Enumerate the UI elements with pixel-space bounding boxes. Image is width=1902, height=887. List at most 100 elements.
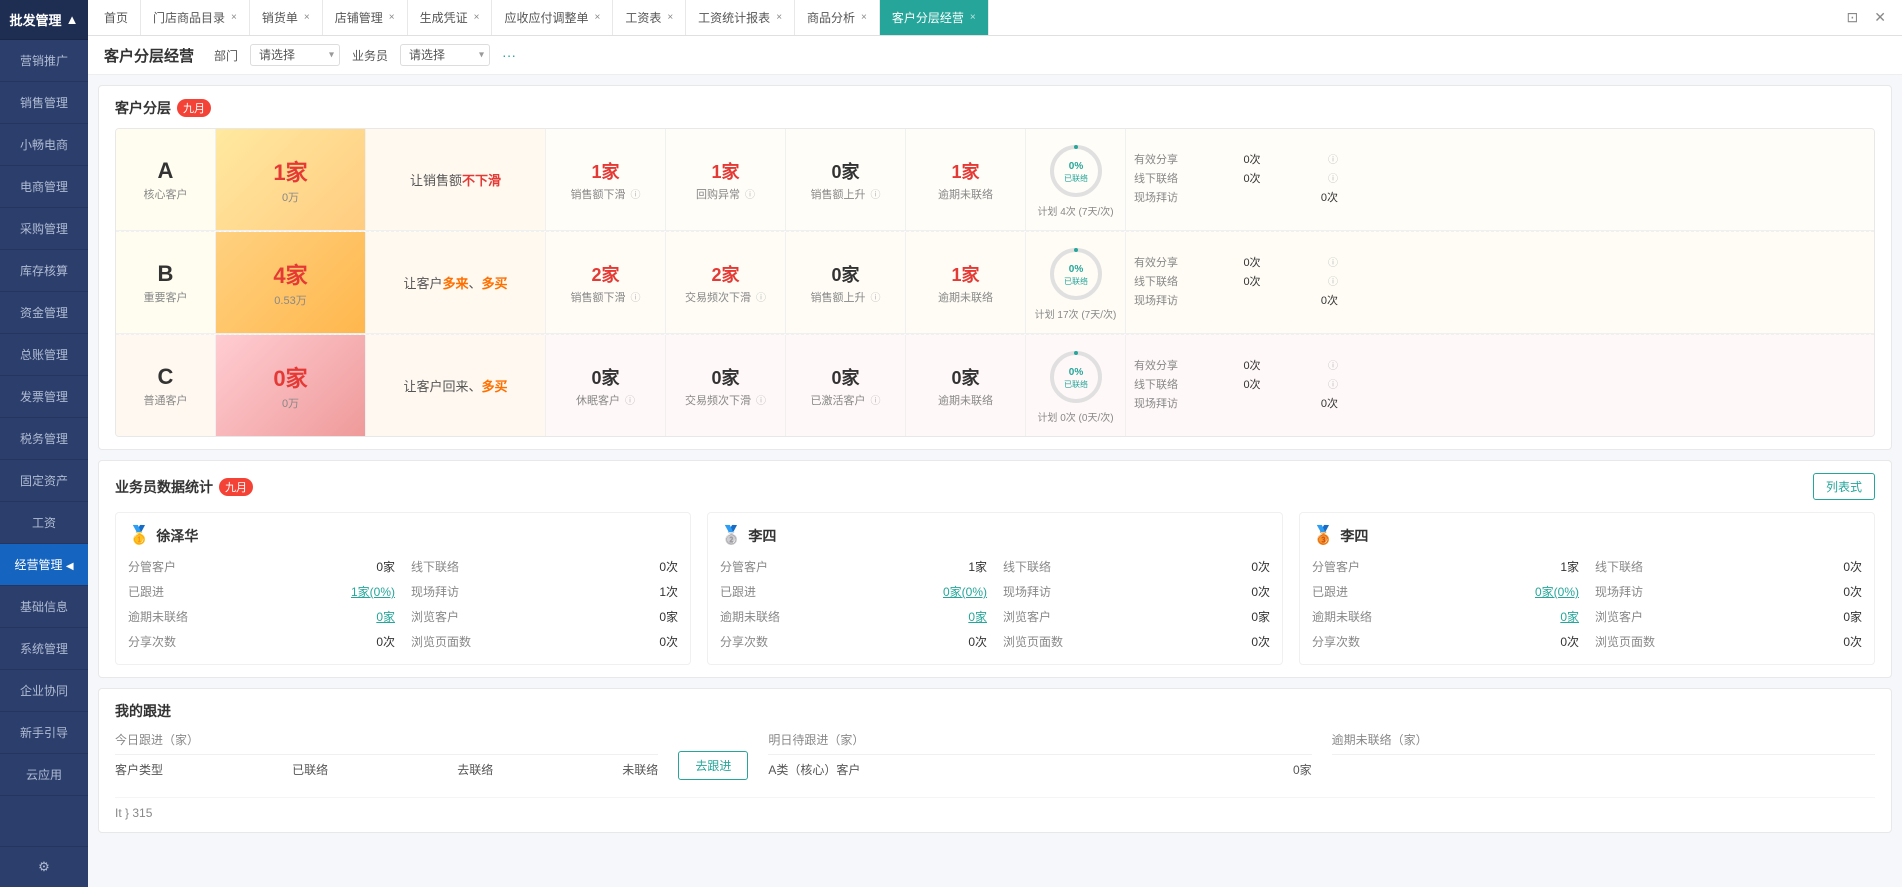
tab-store-mgmt[interactable]: 店铺管理 × — [323, 0, 408, 36]
tier-b-col3-hint-icon: ⓘ — [871, 293, 881, 304]
tab-close-icon[interactable]: × — [667, 12, 673, 23]
tier-c-count[interactable]: 0家 0万 — [216, 335, 366, 436]
sidebar-item-management[interactable]: 经营管理 ◀ — [0, 544, 88, 586]
more-options-icon[interactable]: ··· — [502, 47, 516, 63]
sidebar-item-basic-info[interactable]: 基础信息 — [0, 586, 88, 628]
tier-a-col1-hint-icon: ⓘ — [631, 190, 641, 201]
tab-close-icon[interactable]: × — [594, 12, 600, 23]
window-restore-icon[interactable]: ⊡ — [1843, 7, 1863, 28]
sidebar-settings[interactable]: ⚙ — [0, 846, 88, 887]
tier-b-col4[interactable]: 1家 逾期未联络 — [906, 232, 1026, 333]
dept-select-wrapper: 请选择 — [250, 44, 340, 66]
tab-close-icon[interactable]: × — [776, 12, 782, 23]
tier-b-count[interactable]: 4家 0.53万 — [216, 232, 366, 333]
tab-product-analysis[interactable]: 商品分析 × — [795, 0, 880, 36]
tab-ar-adjust[interactable]: 应收应付调整单 × — [492, 0, 613, 36]
sp-title-row: 业务员数据统计 九月 — [115, 477, 253, 497]
svg-text:0%: 0% — [1068, 264, 1083, 275]
sp-val: 1家 — [1560, 558, 1579, 575]
sidebar-item-ecommerce[interactable]: 电商管理 — [0, 166, 88, 208]
tier-b-col2[interactable]: 2家 交易频次下滑 ⓘ — [666, 232, 786, 333]
tab-close-icon[interactable]: × — [861, 12, 867, 23]
tab-customer-tier[interactable]: 客户分层经营 × — [880, 0, 989, 36]
sp-link-val[interactable]: 1家(0%) — [351, 583, 395, 600]
tier-c-progress-circle: 0% 已联络 — [1046, 347, 1106, 407]
tier-a-progress-circle: 0% 已联络 — [1046, 141, 1106, 201]
tier-a-col3[interactable]: 0家 销售额上升 ⓘ — [786, 129, 906, 230]
sidebar-item-inventory[interactable]: 库存核算 — [0, 250, 88, 292]
tier-c-col4[interactable]: 0家 逾期未联络 — [906, 335, 1026, 436]
list-view-button[interactable]: 列表式 — [1813, 473, 1875, 500]
sp-val: 0家 — [1843, 608, 1862, 625]
tier-c-col2[interactable]: 0家 交易频次下滑 ⓘ — [666, 335, 786, 436]
tier-c-col1[interactable]: 0家 休眠客户 ⓘ — [546, 335, 666, 436]
sidebar-item-system[interactable]: 系统管理 — [0, 628, 88, 670]
tier-b-col3[interactable]: 0家 销售额上升 ⓘ — [786, 232, 906, 333]
sp-label: 线下联络 — [1003, 558, 1051, 575]
tier-a-col1[interactable]: 1家 销售额下滑 ⓘ — [546, 129, 666, 230]
tab-actions: ⊡ ✕ — [1835, 7, 1898, 28]
tier-a-col4[interactable]: 1家 逾期未联络 — [906, 129, 1026, 230]
tier-a-count[interactable]: 1家 0万 — [216, 129, 366, 230]
tier-c-suggest: 让客户回来、多买 — [366, 335, 546, 436]
tab-close-icon[interactable]: × — [474, 12, 480, 23]
sidebar-item-payroll[interactable]: 工资 — [0, 502, 88, 544]
tier-c-col4-num: 0家 — [951, 364, 979, 390]
tab-voucher[interactable]: 生成凭证 × — [408, 0, 493, 36]
tab-close-icon[interactable]: × — [970, 12, 976, 23]
tier-b-letter: B — [158, 261, 174, 287]
tier-a-col2[interactable]: 1家 回购异常 ⓘ — [666, 129, 786, 230]
sidebar-item-finance[interactable]: 资金管理 — [0, 292, 88, 334]
sidebar-item-ecommerce-small[interactable]: 小畅电商 — [0, 124, 88, 166]
sidebar-item-invoice[interactable]: 发票管理 — [0, 376, 88, 418]
sp-link-val[interactable]: 0家 — [1560, 608, 1579, 625]
go-followup-button[interactable]: 去跟进 — [678, 751, 748, 780]
sidebar-item-cloud[interactable]: 云应用 — [0, 754, 88, 796]
sidebar-item-newbie[interactable]: 新手引导 — [0, 712, 88, 754]
tab-payroll[interactable]: 工资表 × — [613, 0, 686, 36]
tier-a-name: 核心客户 — [144, 186, 188, 202]
sp-val: 0次 — [376, 633, 395, 650]
sidebar-item-tax[interactable]: 税务管理 — [0, 418, 88, 460]
sp-val: 1家 — [968, 558, 987, 575]
tier-a-col4-num: 1家 — [951, 158, 979, 184]
dept-label: 部门 — [214, 47, 238, 64]
tier-a-col3-hint-icon: ⓘ — [871, 190, 881, 201]
sp-link-val[interactable]: 0家(0%) — [1535, 583, 1579, 600]
customer-tier-title: 客户分层 — [115, 98, 171, 118]
sidebar-top[interactable]: 批发管理 ▲ — [0, 0, 88, 40]
sp-link-val[interactable]: 0家 — [376, 608, 395, 625]
window-close-icon[interactable]: ✕ — [1870, 7, 1890, 28]
tab-store-products[interactable]: 门店商品目录 × — [141, 0, 250, 36]
sp-stat-row: 逾期未联络 0家 — [128, 606, 395, 627]
dept-select[interactable]: 请选择 — [250, 44, 340, 66]
sidebar-item-purchase[interactable]: 采购管理 — [0, 208, 88, 250]
tab-payroll-report[interactable]: 工资统计报表 × — [686, 0, 795, 36]
sidebar-item-fixed-assets[interactable]: 固定资产 — [0, 460, 88, 502]
staff-select[interactable]: 请选择 — [400, 44, 490, 66]
tab-home[interactable]: 首页 — [92, 0, 141, 36]
sp-link-val[interactable]: 0家(0%) — [943, 583, 987, 600]
tier-b-col3-label: 销售额上升 ⓘ — [810, 289, 880, 305]
tab-sales-order[interactable]: 销货单 × — [250, 0, 323, 36]
tier-b-col1[interactable]: 2家 销售额下滑 ⓘ — [546, 232, 666, 333]
followup-grid: 今日跟进（家） 客户类型 已联络 去联络 未联络 去跟进 — [115, 731, 1875, 781]
tab-close-icon[interactable]: × — [231, 12, 237, 23]
sp-name-1: 徐泽华 — [156, 526, 198, 546]
sp-stat-row: 分管客户 1家 — [720, 556, 987, 577]
sidebar-item-ledger[interactable]: 总账管理 — [0, 334, 88, 376]
tab-close-icon[interactable]: × — [389, 12, 395, 23]
sp-link-val[interactable]: 0家 — [968, 608, 987, 625]
sp-label: 已跟进 — [720, 583, 756, 600]
tier-a-letter: A — [158, 158, 174, 184]
sidebar-item-sales[interactable]: 销售管理 — [0, 82, 88, 124]
tab-close-icon[interactable]: × — [304, 12, 310, 23]
sidebar-item-collab[interactable]: 企业协同 — [0, 670, 88, 712]
tier-c-col3[interactable]: 0家 已激活客户 ⓘ — [786, 335, 906, 436]
sidebar-item-marketing[interactable]: 营销推广 — [0, 40, 88, 82]
sp-label: 分管客户 — [1312, 558, 1360, 575]
sp-label: 已跟进 — [128, 583, 164, 600]
today-followup-label: 已联络 — [292, 761, 328, 778]
sp-month: 九月 — [219, 478, 253, 496]
overdue-label: 逾期未联络（家） — [1332, 731, 1875, 748]
